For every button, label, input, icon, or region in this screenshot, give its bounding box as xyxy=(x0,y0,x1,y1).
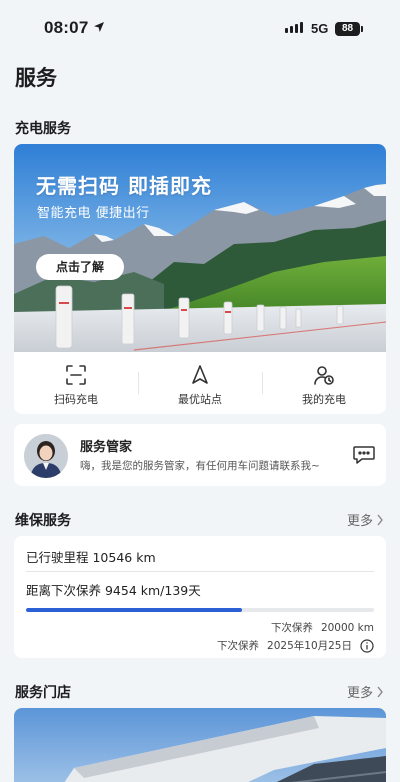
maintenance-progress-fill xyxy=(26,608,242,612)
stores-section-title: 服务门店 xyxy=(15,685,71,701)
stores-more-link[interactable]: 更多 xyxy=(347,682,384,701)
info-icon[interactable] xyxy=(360,638,374,653)
next-maintenance-text: 距离下次保养 9454 km/139天 xyxy=(26,583,201,598)
next-mileage-label: 下次保养 xyxy=(270,622,313,634)
my-charging-button[interactable]: 我的充电 xyxy=(262,352,386,414)
avatar xyxy=(24,434,68,478)
location-arrow-icon xyxy=(94,22,104,32)
charging-actions: 扫码充电 最优站点 我的充电 xyxy=(14,352,386,414)
network-type: 5G xyxy=(311,21,329,36)
mileage-text: 已行驶里程 10546 km xyxy=(26,550,156,565)
divider xyxy=(26,571,374,572)
chevron-right-icon xyxy=(377,514,383,525)
scan-icon xyxy=(66,365,86,385)
charging-banner[interactable]: 无需扫码 即插即充 智能充电 便捷出行 点击了解 xyxy=(14,144,386,352)
best-station-label: 最优站点 xyxy=(178,393,222,406)
my-charging-label: 我的充电 xyxy=(302,393,346,406)
next-maintenance-mileage: 下次保养 20000 km xyxy=(271,620,374,635)
maintenance-more-link[interactable]: 更多 xyxy=(347,510,384,529)
butler-card[interactable]: 服务管家 嗨，我是您的服务管家，有任何用车问题请联系我~ xyxy=(14,424,386,486)
charging-card: 无需扫码 即插即充 智能充电 便捷出行 点击了解 扫码充电 最优站点 我的充电 xyxy=(14,144,386,414)
charging-section-title: 充电服务 xyxy=(15,121,71,137)
battery-icon: 88 xyxy=(335,22,363,36)
scan-charge-label: 扫码充电 xyxy=(54,393,98,406)
chat-bubble-icon[interactable] xyxy=(352,444,376,466)
maintenance-more-label: 更多 xyxy=(346,514,373,529)
next-mileage-value: 20000 km xyxy=(320,621,374,634)
page-title: 服务 xyxy=(15,66,57,90)
learn-more-button[interactable]: 点击了解 xyxy=(36,254,124,280)
butler-name: 服务管家 xyxy=(80,440,133,455)
maintenance-card[interactable]: 已行驶里程 10546 km 距离下次保养 9454 km/139天 下次保养 … xyxy=(14,536,386,658)
signal-icon xyxy=(285,22,303,33)
scan-charge-button[interactable]: 扫码充电 xyxy=(14,352,138,414)
next-date-label: 下次保养 xyxy=(217,640,260,652)
maintenance-progress-bar xyxy=(26,608,374,612)
user-charge-icon xyxy=(314,366,334,385)
chevron-right-icon xyxy=(377,686,383,697)
banner-headline: 无需扫码 即插即充 xyxy=(36,174,212,198)
maintenance-section-title: 维保服务 xyxy=(15,513,71,529)
status-time: 08:07 xyxy=(44,18,89,37)
butler-message: 嗨，我是您的服务管家，有任何用车问题请联系我~ xyxy=(80,460,320,472)
banner-subline: 智能充电 便捷出行 xyxy=(37,206,150,221)
stores-more-label: 更多 xyxy=(346,686,373,701)
store-image[interactable] xyxy=(14,708,386,782)
navigation-arrow-icon xyxy=(192,365,208,384)
next-maintenance-date: 下次保养 2025年10月25日 xyxy=(217,638,374,653)
next-date-value: 2025年10月25日 xyxy=(267,640,352,652)
best-station-button[interactable]: 最优站点 xyxy=(138,352,262,414)
status-bar: 08:07 5G 88 xyxy=(0,0,400,56)
